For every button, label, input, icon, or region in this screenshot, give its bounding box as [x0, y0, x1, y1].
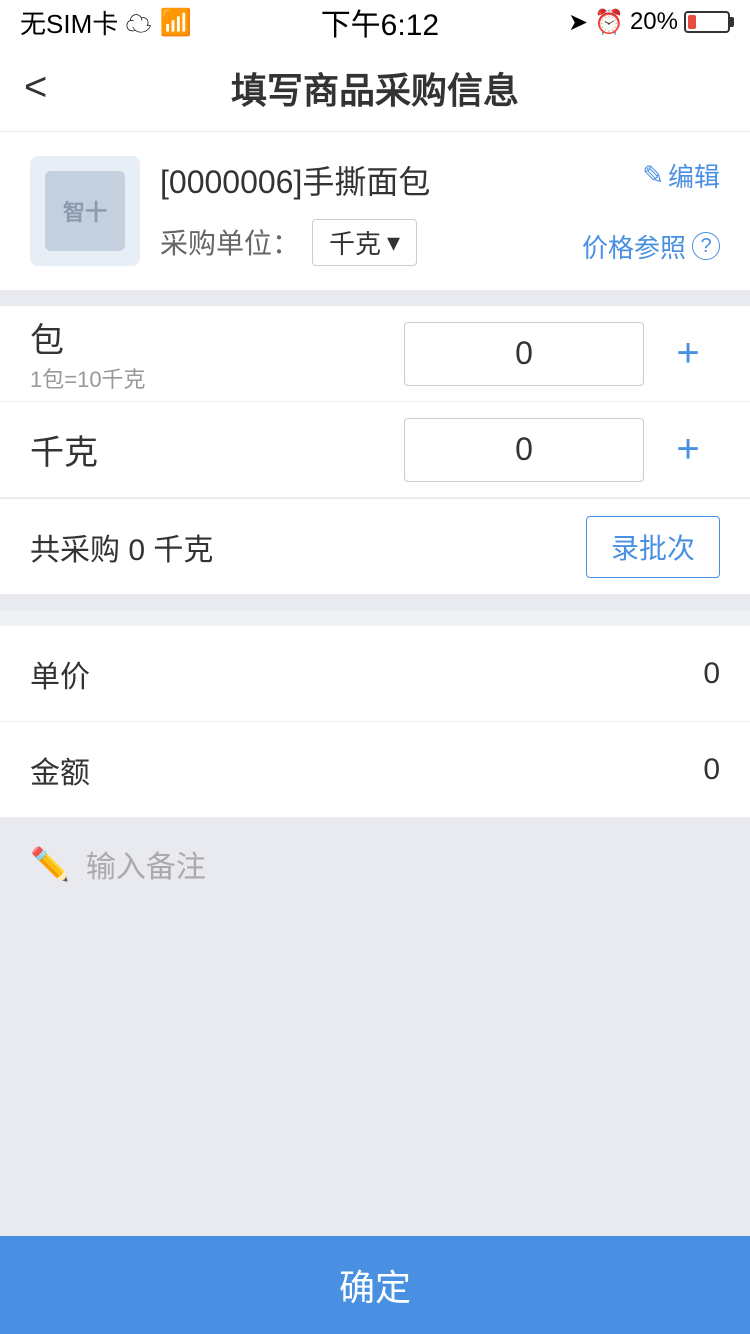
unit-price-row: 单价 0 — [0, 626, 750, 722]
pencil-icon: ✏️ — [30, 845, 70, 883]
price-ref-help-icon: ? — [692, 232, 720, 260]
bag-label-container: 包 1包=10千克 — [30, 313, 146, 394]
alarm-icon: ⏰ — [594, 8, 624, 37]
wifi-icon: 📶 — [159, 7, 191, 38]
notes-placeholder: 输入备注 — [86, 842, 206, 886]
unit-select[interactable]: 千克 ▾ — [312, 219, 417, 266]
notes-section[interactable]: ✏️ 输入备注 — [0, 818, 750, 910]
unit-dropdown-icon: ▾ — [387, 227, 400, 258]
product-info: [0000006]手撕面包 ✎ 编辑 采购单位： 千克 ▾ 价格参照 ? — [160, 157, 720, 266]
bag-label: 包 — [30, 313, 146, 362]
product-name: [0000006]手撕面包 — [160, 157, 430, 203]
product-logo: 智十 — [45, 171, 125, 251]
price-ref-label: 价格参照 — [582, 228, 686, 265]
batch-button[interactable]: 录批次 — [586, 516, 720, 578]
kg-plus-button[interactable]: + — [656, 418, 720, 482]
price-ref-button[interactable]: 价格参照 ? — [582, 228, 720, 265]
price-info-section: 单价 0 金额 0 — [0, 626, 750, 818]
total-label: 共采购 0 千克 — [30, 525, 586, 569]
amount-label: 金额 — [30, 748, 703, 792]
unit-value: 千克 — [329, 224, 381, 261]
edit-icon: ✎ — [642, 160, 664, 191]
carrier-text: 无SIM卡 ☁ — [20, 4, 151, 41]
battery-icon — [684, 11, 730, 33]
location-icon: ➤ — [568, 8, 588, 37]
page-title: 填写商品采购信息 — [231, 62, 519, 114]
bag-plus-button[interactable]: + — [656, 322, 720, 386]
empty-area — [0, 910, 750, 1290]
confirm-button[interactable]: 确定 — [0, 1236, 750, 1334]
bag-input[interactable]: 0 — [404, 322, 644, 386]
product-card: 智十 [0000006]手撕面包 ✎ 编辑 采购单位： 千克 ▾ 价格参照 ? — [0, 132, 750, 290]
status-time: 下午6:12 — [321, 0, 439, 44]
separator-1 — [0, 290, 750, 306]
nav-bar: < 填写商品采购信息 — [0, 44, 750, 132]
unit-row: 采购单位： 千克 ▾ — [160, 219, 417, 266]
amount-value: 0 — [703, 753, 720, 787]
battery-percent: 20% — [630, 8, 678, 36]
separator-2 — [0, 594, 750, 610]
back-button[interactable]: < — [24, 65, 47, 110]
input-section: 包 1包=10千克 0 + 千克 0 + — [0, 306, 750, 498]
status-right: ➤ ⏰ 20% — [568, 8, 730, 37]
unit-price-value: 0 — [703, 657, 720, 691]
amount-row: 金额 0 — [0, 722, 750, 818]
bag-value: 0 — [515, 335, 533, 372]
kg-input[interactable]: 0 — [404, 418, 644, 482]
total-row: 共采购 0 千克 录批次 — [0, 498, 750, 594]
bag-row: 包 1包=10千克 0 + — [0, 306, 750, 402]
kg-value: 0 — [515, 431, 533, 468]
product-image: 智十 — [30, 156, 140, 266]
status-carrier: 无SIM卡 ☁ 📶 — [20, 4, 192, 41]
unit-label: 采购单位： — [160, 222, 300, 262]
bag-unit-label: 1包=10千克 — [30, 362, 146, 394]
kg-row: 千克 0 + — [0, 402, 750, 498]
status-bar: 无SIM卡 ☁ 📶 下午6:12 ➤ ⏰ 20% — [0, 0, 750, 44]
edit-label: 编辑 — [668, 157, 720, 194]
kg-label-container: 千克 — [30, 425, 130, 474]
edit-button[interactable]: ✎ 编辑 — [642, 157, 720, 194]
unit-price-label: 单价 — [30, 652, 703, 696]
kg-label: 千克 — [30, 425, 130, 474]
confirm-label: 确定 — [339, 1259, 411, 1311]
